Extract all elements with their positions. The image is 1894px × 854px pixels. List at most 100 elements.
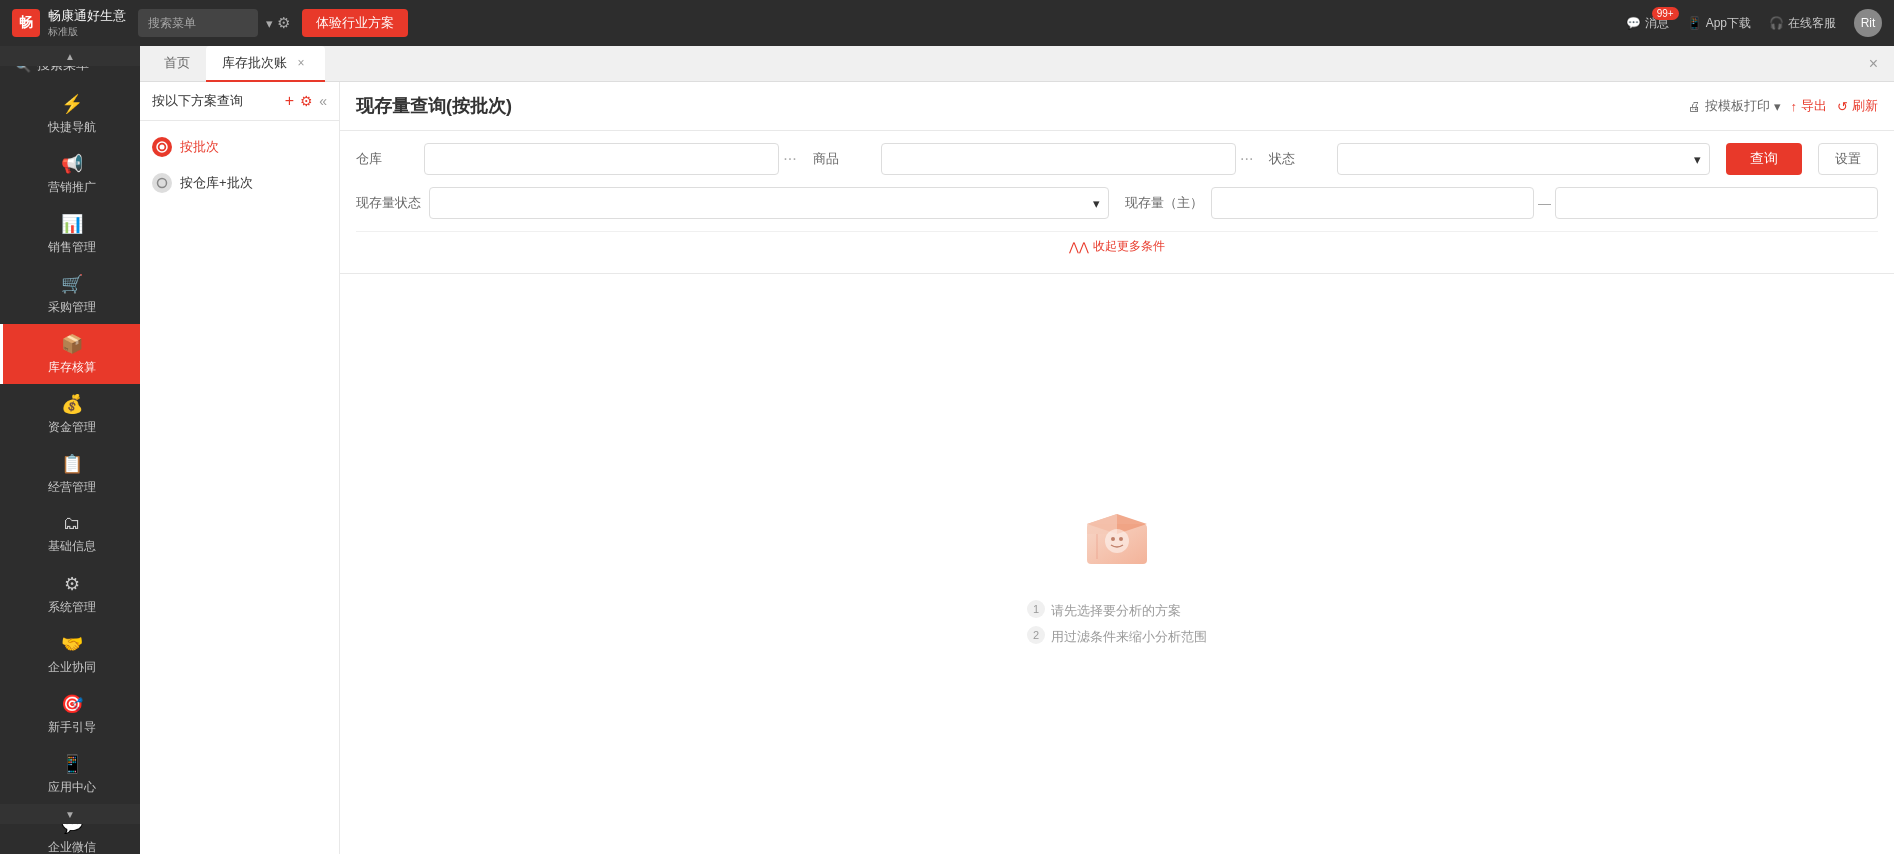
goods-input[interactable] [881, 143, 1236, 175]
empty-tip-2: 2 用过滤条件来缩小分析范围 [1027, 624, 1207, 650]
filter-option-by-warehouse-batch[interactable]: 按仓库+批次 [140, 165, 339, 201]
topbar-dropdown-icon[interactable]: ▾ [266, 16, 273, 31]
stock-status-select[interactable]: ▾ [429, 187, 1109, 219]
sidebar-item-system[interactable]: ⚙ 系统管理 [0, 564, 140, 624]
sidebar-item-basic[interactable]: 🗂 基础信息 [0, 504, 140, 564]
tab-panel-close-button[interactable]: × [1861, 55, 1886, 73]
warehouse-dots-icon[interactable]: ··· [783, 150, 796, 168]
range-separator: — [1538, 196, 1551, 211]
filter-option-by-warehouse-batch-label: 按仓库+批次 [180, 174, 253, 192]
sidebar-item-sales[interactable]: 📊 销售管理 [0, 204, 140, 264]
filter-settings-icon[interactable]: ⚙ [300, 93, 313, 109]
empty-state: 1 请先选择要分析的方案 2 用过滤条件来缩小分析范围 [340, 274, 1894, 854]
svg-point-8 [1119, 537, 1123, 541]
filter-option-by-batch[interactable]: 按批次 [140, 129, 339, 165]
export-button[interactable]: ↑ 导出 [1791, 97, 1828, 115]
query-row-2: 现存量状态 ▾ 现存量（主） — [356, 187, 1878, 219]
filter-panel: 按以下方案查询 + ⚙ « 按批次 [140, 82, 340, 854]
page-header: 现存量查询(按批次) 🖨 按模板打印 ▾ ↑ 导出 ↺ [340, 82, 1894, 131]
marketing-icon: 📢 [61, 153, 83, 175]
sidebar-item-finance[interactable]: 💰 资金管理 [0, 384, 140, 444]
stock-amount-range: — [1211, 187, 1878, 219]
warehouse-field: 仓库 ··· [356, 143, 797, 175]
newbie-icon: 🎯 [61, 693, 83, 715]
topbar-gear-icon[interactable]: ⚙ [277, 14, 290, 32]
filter-warehouse-batch-icon [152, 173, 172, 193]
warehouse-input[interactable] [424, 143, 779, 175]
svg-point-2 [158, 179, 167, 188]
filter-option-by-batch-label: 按批次 [180, 138, 219, 156]
topbar-search-area[interactable]: 搜索菜单 [138, 9, 258, 37]
sidebar-item-shortcut[interactable]: ⚡ 快捷导航 [0, 84, 140, 144]
stock-amount-label: 现存量（主） [1125, 194, 1203, 212]
filter-panel-header-icons: + ⚙ « [285, 92, 327, 110]
warehouse-label: 仓库 [356, 150, 416, 168]
app-download-item[interactable]: 📱 App下载 [1687, 15, 1751, 32]
status-label: 状态 [1269, 150, 1329, 168]
stock-amount-from-input[interactable] [1211, 187, 1534, 219]
inventory-icon: 📦 [61, 333, 83, 355]
experience-industry-button[interactable]: 体验行业方案 [302, 9, 408, 37]
svg-point-7 [1111, 537, 1115, 541]
tab-close-button[interactable]: × [293, 55, 309, 71]
sidebar-item-operations[interactable]: 📋 经营管理 [0, 444, 140, 504]
sidebar-item-inventory[interactable]: 📦 库存核算 [0, 324, 140, 384]
stock-amount-field: 现存量（主） — [1125, 187, 1878, 219]
page-container: 按以下方案查询 + ⚙ « 按批次 [140, 82, 1894, 854]
collapse-bar[interactable]: ⋀⋀ 收起更多条件 [356, 231, 1878, 261]
filter-add-icon[interactable]: + [285, 92, 294, 110]
message-icon: 💬 [1626, 16, 1641, 30]
sidebar-item-appstore[interactable]: 📱 应用中心 [0, 744, 140, 804]
query-row-1: 仓库 ··· 商品 ··· [356, 143, 1878, 175]
page-header-actions: 🖨 按模板打印 ▾ ↑ 导出 ↺ 刷新 [1688, 97, 1879, 115]
goods-field: 商品 ··· [813, 143, 1254, 175]
app-download-icon: 📱 [1687, 16, 1702, 30]
filter-panel-body: 按批次 按仓库+批次 [140, 121, 339, 209]
stock-status-field: 现存量状态 ▾ [356, 187, 1109, 219]
filter-collapse-icon[interactable]: « [319, 93, 327, 109]
sidebar-scroll-down[interactable]: ▼ [0, 804, 140, 824]
sidebar-item-newbie[interactable]: 🎯 新手引导 [0, 684, 140, 744]
template-dropdown-icon[interactable]: ▾ [1774, 99, 1781, 114]
topbar: 畅 畅康通好生意 标准版 搜索菜单 ▾ ⚙ 体验行业方案 💬 消息 99+ 📱 … [0, 0, 1894, 46]
headset-icon: 🎧 [1769, 16, 1784, 30]
sidebar-item-marketing[interactable]: 📢 营销推广 [0, 144, 140, 204]
template-print-button[interactable]: 🖨 按模板打印 ▾ [1688, 97, 1781, 115]
sidebar-item-purchase[interactable]: 🛒 采购管理 [0, 264, 140, 324]
tab-home[interactable]: 首页 [148, 46, 206, 82]
app-logo: 畅 [12, 9, 40, 37]
tab-home-label: 首页 [164, 54, 190, 72]
stock-status-chevron-down-icon: ▾ [1093, 196, 1100, 211]
system-icon: ⚙ [64, 573, 80, 595]
empty-state-illustration [1067, 479, 1167, 582]
goods-input-wrap: ··· [881, 143, 1254, 175]
purchase-icon: 🛒 [61, 273, 83, 295]
empty-state-tips: 1 请先选择要分析的方案 2 用过滤条件来缩小分析范围 [1027, 598, 1207, 650]
printer-icon: 🖨 [1688, 99, 1701, 114]
sidebar: ▲ 🔍 搜索菜单 ⚡ 快捷导航 📢 营销推广 📊 销售管理 🛒 采购管理 📦 库… [0, 46, 140, 854]
basic-icon: 🗂 [63, 513, 81, 534]
stock-amount-to-input[interactable] [1555, 187, 1878, 219]
refresh-button[interactable]: ↺ 刷新 [1837, 97, 1878, 115]
main-layout: ▲ 🔍 搜索菜单 ⚡ 快捷导航 📢 营销推广 📊 销售管理 🛒 采购管理 📦 库… [0, 46, 1894, 854]
settings-button[interactable]: 设置 [1818, 143, 1878, 175]
user-avatar-item[interactable]: Rit [1854, 9, 1882, 37]
enterprise-icon: 🤝 [61, 633, 83, 655]
user-avatar: Rit [1854, 9, 1882, 37]
status-select[interactable]: ▾ [1337, 143, 1710, 175]
sidebar-item-enterprise[interactable]: 🤝 企业协同 [0, 624, 140, 684]
refresh-icon: ↺ [1837, 99, 1848, 114]
tab-inventory-batch[interactable]: 库存批次账 × [206, 46, 325, 82]
online-service-item[interactable]: 🎧 在线客服 [1769, 15, 1836, 32]
message-badge: 99+ [1652, 7, 1679, 20]
sidebar-scroll-up[interactable]: ▲ [0, 46, 140, 66]
goods-dots-icon[interactable]: ··· [1240, 150, 1253, 168]
message-item[interactable]: 💬 消息 99+ [1626, 15, 1669, 32]
app-download-label: App下载 [1706, 15, 1751, 32]
query-button[interactable]: 查询 [1726, 143, 1802, 175]
stock-status-label: 现存量状态 [356, 194, 421, 212]
svg-point-6 [1105, 529, 1129, 553]
export-icon: ↑ [1791, 99, 1798, 114]
content-area: 首页 库存批次账 × × 按以下方案查询 + ⚙ « [140, 46, 1894, 854]
filter-panel-title: 按以下方案查询 [152, 92, 243, 110]
